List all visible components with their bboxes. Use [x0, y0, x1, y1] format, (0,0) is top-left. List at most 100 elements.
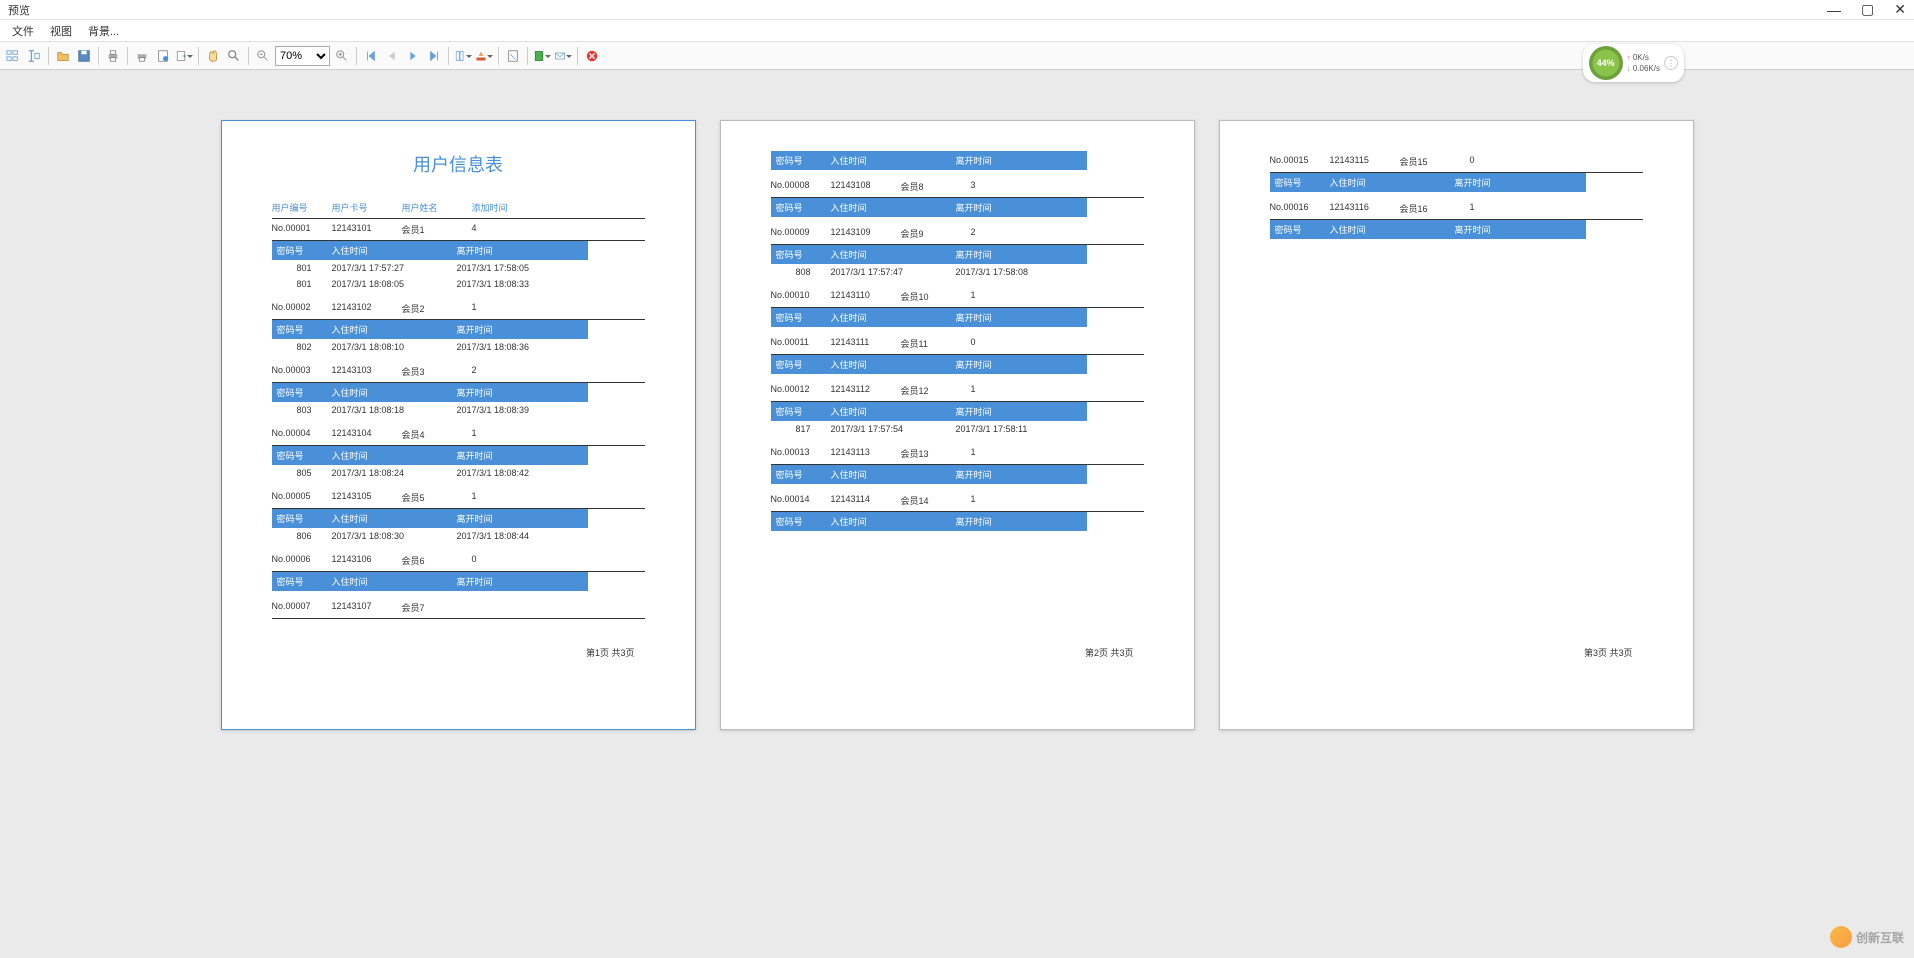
- user-row: No.0000512143105会员51: [272, 487, 645, 509]
- maximize-button[interactable]: ▢: [1861, 1, 1874, 18]
- report-title: 用户信息表: [272, 151, 645, 177]
- user-block: No.0001312143113会员131密码号入住时间离开时间: [771, 443, 1144, 484]
- user-block: No.0000712143107会员7: [272, 597, 645, 619]
- menu-bar: 文件 视图 背景...: [0, 20, 1914, 42]
- user-block: No.0001012143110会员101密码号入住时间离开时间: [771, 286, 1144, 327]
- watermark-logo-icon: [1830, 926, 1852, 948]
- export-button[interactable]: [175, 47, 193, 65]
- speed-text: ↑ 0K/s ↓ 0.06K/s: [1627, 52, 1660, 74]
- color-button[interactable]: [475, 47, 493, 65]
- sub-header: 密码号入住时间离开时间: [771, 512, 1087, 531]
- close-button[interactable]: ✕: [1894, 1, 1906, 18]
- save-button[interactable]: [75, 47, 93, 65]
- user-row: No.0000112143101会员14: [272, 219, 645, 241]
- thumbnail-button[interactable]: [4, 47, 22, 65]
- sub-header: 密码号入住时间离开时间: [771, 402, 1087, 421]
- user-row: No.0001312143113会员131: [771, 443, 1144, 465]
- sub-header: 密码号入住时间离开时间: [771, 198, 1087, 217]
- prev-page-button[interactable]: [383, 47, 401, 65]
- menu-view[interactable]: 视图: [42, 21, 80, 41]
- page-footer: 第2页 共3页: [1085, 646, 1134, 659]
- sub-row: 8052017/3/1 18:08:242017/3/1 18:08:42: [272, 465, 588, 481]
- user-row: No.0000712143107会员7: [272, 597, 645, 619]
- speed-widget: 44% ↑ 0K/s ↓ 0.06K/s ⋮: [1583, 44, 1684, 82]
- title-bar: 预览 — ▢ ✕: [0, 0, 1914, 20]
- menu-file[interactable]: 文件: [4, 21, 42, 41]
- page-setup-button[interactable]: [154, 47, 172, 65]
- user-row: No.0001512143115会员150: [1270, 151, 1643, 173]
- export-excel-button[interactable]: [533, 47, 551, 65]
- sub-header: 密码号入住时间离开时间: [771, 308, 1087, 327]
- zoom-in-button[interactable]: [333, 47, 351, 65]
- sub-row: 8012017/3/1 17:57:272017/3/1 17:58:05: [272, 260, 588, 276]
- close-preview-button[interactable]: [583, 47, 601, 65]
- user-block: No.0001212143112会员121密码号入住时间离开时间8172017/…: [771, 380, 1144, 437]
- user-block: No.0000312143103会员32密码号入住时间离开时间8032017/3…: [272, 361, 645, 418]
- print-button[interactable]: [104, 47, 122, 65]
- zoom-select[interactable]: 70%: [275, 46, 330, 66]
- user-block: No.0001112143111会员110密码号入住时间离开时间: [771, 333, 1144, 374]
- user-block: No.0000812143108会员83密码号入住时间离开时间: [771, 176, 1144, 217]
- user-row: No.0001012143110会员101: [771, 286, 1144, 308]
- sub-row: 8062017/3/1 18:08:302017/3/1 18:08:44: [272, 528, 588, 544]
- page-2[interactable]: 密码号入住时间离开时间No.0000812143108会员83密码号入住时间离开…: [720, 120, 1195, 730]
- user-block: No.0000112143101会员14密码号入住时间离开时间8012017/3…: [272, 219, 645, 292]
- user-row: No.0000212143102会员21: [272, 298, 645, 320]
- user-row: No.0000912143109会员92: [771, 223, 1144, 245]
- user-row: No.0001112143111会员110: [771, 333, 1144, 355]
- zoom-out-button[interactable]: [254, 47, 272, 65]
- hand-tool-button[interactable]: [204, 47, 222, 65]
- sub-row: 8012017/3/1 18:08:052017/3/1 18:08:33: [272, 276, 588, 292]
- user-block: No.0000612143106会员60密码号入住时间离开时间: [272, 550, 645, 591]
- user-block: No.0000912143109会员92密码号入住时间离开时间8082017/3…: [771, 223, 1144, 280]
- minimize-button[interactable]: —: [1827, 2, 1841, 18]
- speed-percent-icon: 44%: [1589, 46, 1623, 80]
- user-row: No.0001212143112会员121: [771, 380, 1144, 402]
- user-row: No.0000312143103会员32: [272, 361, 645, 383]
- find-button[interactable]: [25, 47, 43, 65]
- user-row: No.0001612143116会员161: [1270, 198, 1643, 220]
- user-block: 密码号入住时间离开时间: [771, 151, 1144, 170]
- email-button[interactable]: [554, 47, 572, 65]
- sub-row: 8082017/3/1 17:57:472017/3/1 17:58:08: [771, 264, 1087, 280]
- sub-header: 密码号入住时间离开时间: [272, 320, 588, 339]
- window-title: 预览: [8, 2, 30, 18]
- sub-header: 密码号入住时间离开时间: [771, 151, 1087, 170]
- page-footer: 第3页 共3页: [1584, 646, 1633, 659]
- user-block: No.0001612143116会员161密码号入住时间离开时间: [1270, 198, 1643, 239]
- sub-header: 密码号入住时间离开时间: [272, 241, 588, 260]
- user-row: No.0000812143108会员83: [771, 176, 1144, 198]
- user-block: No.0001412143114会员141密码号入住时间离开时间: [771, 490, 1144, 531]
- page-3[interactable]: No.0001512143115会员150密码号入住时间离开时间 No.00016…: [1219, 120, 1694, 730]
- main-headers: 用户编号用户卡号用户姓名添加时间: [272, 197, 645, 219]
- zoom-tool-button[interactable]: [225, 47, 243, 65]
- open-button[interactable]: [54, 47, 72, 65]
- last-page-button[interactable]: [425, 47, 443, 65]
- multi-page-button[interactable]: [454, 47, 472, 65]
- sub-row: 8172017/3/1 17:57:542017/3/1 17:58:11: [771, 421, 1087, 437]
- sub-header: 密码号入住时间离开时间: [272, 572, 588, 591]
- watermark: 创新互联: [1830, 926, 1904, 948]
- sub-header: 密码号入住时间离开时间: [771, 355, 1087, 374]
- toolbar: 70% 44% ↑ 0K/s ↓ 0.06K/s ⋮: [0, 42, 1914, 70]
- next-page-button[interactable]: [404, 47, 422, 65]
- speed-dots-icon[interactable]: ⋮: [1664, 56, 1678, 70]
- user-row: No.0000612143106会员60: [272, 550, 645, 572]
- preview-area[interactable]: 用户信息表用户编号用户卡号用户姓名添加时间No.0000112143101会员1…: [0, 70, 1914, 958]
- user-block: No.0000512143105会员51密码号入住时间离开时间8062017/3…: [272, 487, 645, 544]
- watermark-button[interactable]: [504, 47, 522, 65]
- window-controls: — ▢ ✕: [1827, 1, 1906, 18]
- sub-row: 8022017/3/1 18:08:102017/3/1 18:08:36: [272, 339, 588, 355]
- sub-row: 8032017/3/1 18:08:182017/3/1 18:08:39: [272, 402, 588, 418]
- page-1[interactable]: 用户信息表用户编号用户卡号用户姓名添加时间No.0000112143101会员1…: [221, 120, 696, 730]
- user-block: No.0001512143115会员150密码号入住时间离开时间: [1270, 151, 1643, 192]
- sub-header: 密码号入住时间离开时间: [272, 383, 588, 402]
- print-copy-button[interactable]: [133, 47, 151, 65]
- first-page-button[interactable]: [362, 47, 380, 65]
- sub-header: 密码号入住时间离开时间: [272, 446, 588, 465]
- sub-header: 密码号入住时间离开时间: [771, 465, 1087, 484]
- sub-header: 密码号入住时间离开时间: [272, 509, 588, 528]
- sub-header: 密码号入住时间离开时间: [771, 245, 1087, 264]
- watermark-text: 创新互联: [1856, 929, 1904, 946]
- menu-background[interactable]: 背景...: [80, 21, 127, 41]
